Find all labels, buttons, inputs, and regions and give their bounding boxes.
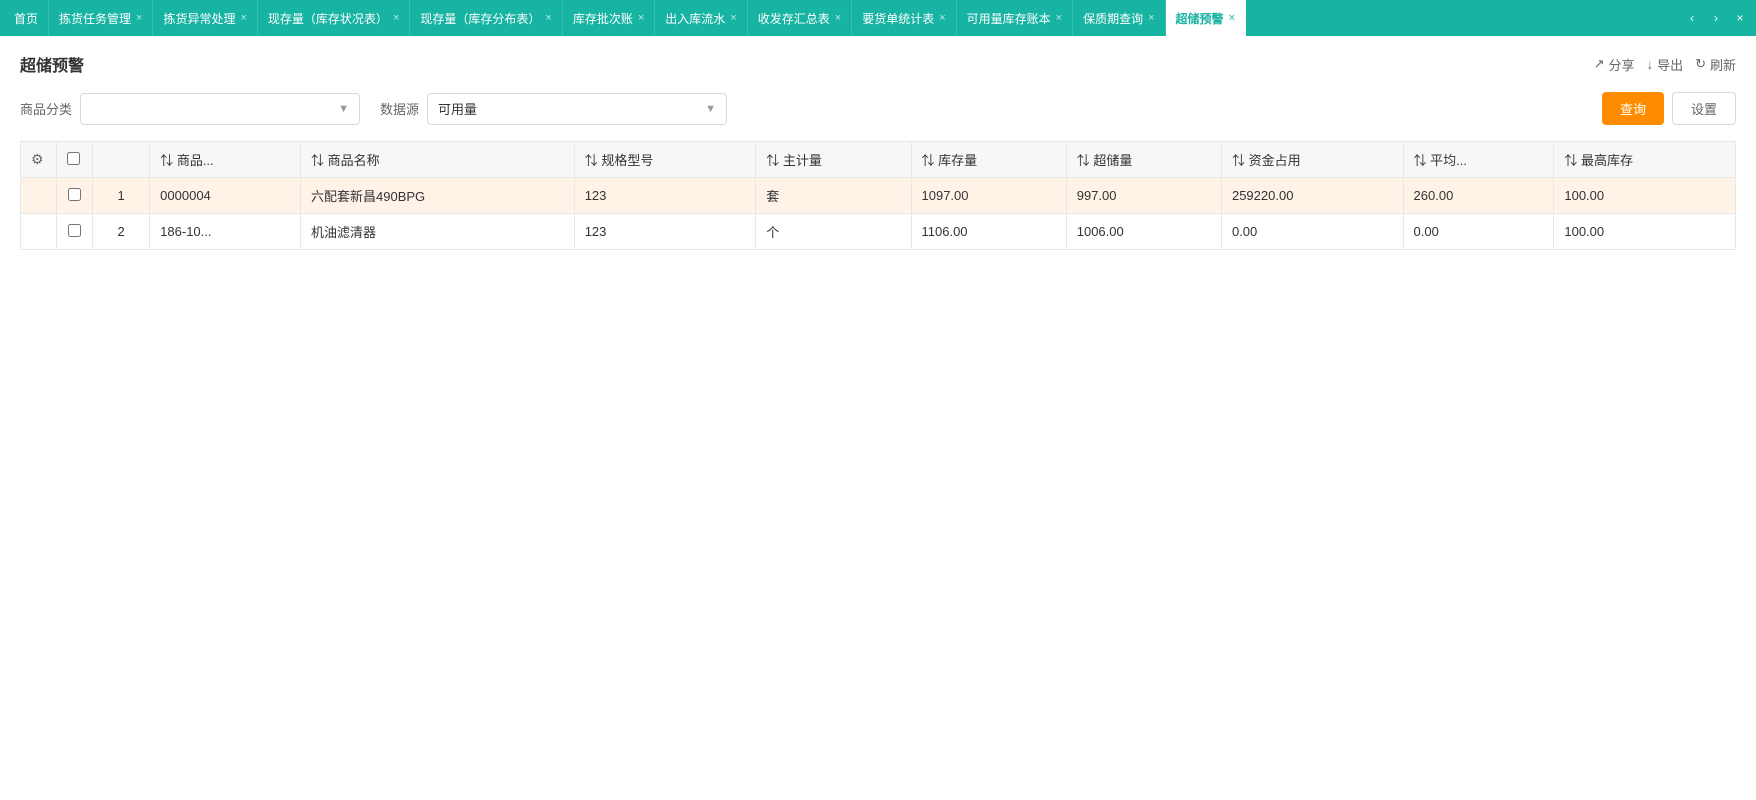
select-all-checkbox[interactable] — [67, 152, 80, 165]
row-gear-cell — [21, 178, 57, 214]
row-number: 1 — [93, 178, 150, 214]
row-number: 2 — [93, 214, 150, 250]
row-overstock-qty: 997.00 — [1066, 178, 1221, 214]
table-row: 2 186-10... 机油滤清器 123 个 1106.00 1006.00 … — [21, 214, 1736, 250]
th-capital-used[interactable]: ⇅ 资金占用 — [1221, 142, 1403, 178]
nav-tab-overstock-warning[interactable]: 超储预警 × — [1166, 0, 1246, 36]
close-icon[interactable]: × — [393, 12, 399, 24]
th-overstock-qty[interactable]: ⇅ 超储量 — [1066, 142, 1221, 178]
category-select[interactable]: ▼ — [80, 93, 360, 125]
page-content: 超储预警 ↗ 分享 ↓ 导出 ↻ 刷新 商品分类 ▼ 数据源 — [0, 36, 1756, 800]
datasource-label: 数据源 — [380, 99, 419, 118]
close-icon[interactable]: × — [136, 12, 142, 24]
row-avg: 260.00 — [1403, 178, 1554, 214]
table-header: ⚙ ⇅ 商品... ⇅ 商品名称 ⇅ 规格型号 — [21, 142, 1736, 178]
datasource-select-value: 可用量 — [438, 99, 477, 118]
nav-tab-home[interactable]: 首页 — [4, 0, 49, 36]
th-max-stock[interactable]: ⇅ 最高库存 — [1554, 142, 1736, 178]
page-title: 超储预警 — [20, 52, 84, 76]
close-icon[interactable]: × — [835, 12, 841, 24]
row-max-stock: 100.00 — [1554, 214, 1736, 250]
row-avg: 0.00 — [1403, 214, 1554, 250]
nav-tab-inout-flow[interactable]: 出入库流水 × — [655, 0, 747, 36]
gear-icon[interactable]: ⚙ — [31, 151, 44, 167]
category-label: 商品分类 — [20, 99, 72, 118]
row-capital-used: 259220.00 — [1221, 178, 1403, 214]
close-icon[interactable]: × — [730, 12, 736, 24]
nav-tab-quality-check[interactable]: 保质期查询 × — [1073, 0, 1165, 36]
row-spec: 123 — [574, 178, 756, 214]
nav-tab-inventory-dist[interactable]: 现存量（库存分布表） × — [410, 0, 562, 36]
th-stock-qty[interactable]: ⇅ 库存量 — [911, 142, 1066, 178]
row-product-code: 186-10... — [150, 214, 301, 250]
th-spec[interactable]: ⇅ 规格型号 — [574, 142, 756, 178]
nav-prev-button[interactable]: ‹ — [1680, 0, 1704, 36]
export-button[interactable]: ↓ 导出 — [1647, 55, 1684, 74]
th-product-name[interactable]: ⇅ 商品名称 — [301, 142, 575, 178]
row-product-name: 机油滤清器 — [301, 214, 575, 250]
th-gear[interactable]: ⚙ — [21, 142, 57, 178]
close-icon[interactable]: × — [1229, 12, 1235, 24]
top-nav: 首页 拣货任务管理 × 拣货异常处理 × 现存量（库存状况表） × 现存量（库存… — [0, 0, 1756, 36]
export-icon: ↓ — [1647, 57, 1654, 72]
filter-actions: 查询 设置 — [1602, 92, 1736, 125]
nav-tab-task-mgmt[interactable]: 拣货任务管理 × — [49, 0, 153, 36]
chevron-down-icon: ▼ — [705, 103, 716, 115]
refresh-icon: ↻ — [1695, 56, 1706, 72]
close-icon[interactable]: × — [1148, 12, 1154, 24]
row-checkbox-cell[interactable] — [57, 214, 93, 250]
nav-tab-inventory-status[interactable]: 现存量（库存状况表） × — [258, 0, 410, 36]
row-stock-qty: 1106.00 — [911, 214, 1066, 250]
row-checkbox[interactable] — [68, 224, 81, 237]
filter-bar: 商品分类 ▼ 数据源 可用量 ▼ 查询 设置 — [20, 92, 1736, 125]
row-checkbox[interactable] — [68, 188, 81, 201]
close-icon[interactable]: × — [545, 12, 551, 24]
close-icon[interactable]: × — [638, 12, 644, 24]
nav-arrows: ‹ › × — [1680, 0, 1752, 36]
nav-next-button[interactable]: › — [1704, 0, 1728, 36]
th-product-code[interactable]: ⇅ 商品... — [150, 142, 301, 178]
nav-tab-abnormal[interactable]: 拣货异常处理 × — [153, 0, 257, 36]
refresh-button[interactable]: ↻ 刷新 — [1695, 55, 1736, 74]
filter-category: 商品分类 ▼ — [20, 93, 360, 125]
title-actions: ↗ 分享 ↓ 导出 ↻ 刷新 — [1594, 55, 1736, 74]
row-unit: 个 — [756, 214, 911, 250]
query-button[interactable]: 查询 — [1602, 92, 1664, 125]
row-checkbox-cell[interactable] — [57, 178, 93, 214]
close-icon[interactable]: × — [939, 12, 945, 24]
close-icon[interactable]: × — [240, 12, 246, 24]
chevron-down-icon: ▼ — [338, 103, 349, 115]
nav-tab-batch-account[interactable]: 库存批次账 × — [563, 0, 655, 36]
row-gear-cell — [21, 214, 57, 250]
datasource-select[interactable]: 可用量 ▼ — [427, 93, 727, 125]
nav-close-button[interactable]: × — [1728, 0, 1752, 36]
row-unit: 套 — [756, 178, 911, 214]
th-avg[interactable]: ⇅ 平均... — [1403, 142, 1554, 178]
share-icon: ↗ — [1594, 56, 1605, 72]
nav-tab-order-stats[interactable]: 要货单统计表 × — [852, 0, 956, 36]
row-max-stock: 100.00 — [1554, 178, 1736, 214]
close-icon[interactable]: × — [1056, 12, 1062, 24]
page-title-bar: 超储预警 ↗ 分享 ↓ 导出 ↻ 刷新 — [20, 52, 1736, 76]
nav-tab-collect-summary[interactable]: 收发存汇总表 × — [748, 0, 852, 36]
settings-button[interactable]: 设置 — [1672, 92, 1736, 125]
th-unit[interactable]: ⇅ 主计量 — [756, 142, 911, 178]
row-overstock-qty: 1006.00 — [1066, 214, 1221, 250]
table-row: 1 0000004 六配套新昌490BPG 123 套 1097.00 997.… — [21, 178, 1736, 214]
row-capital-used: 0.00 — [1221, 214, 1403, 250]
nav-tab-available-account[interactable]: 可用量库存账本 × — [957, 0, 1073, 36]
table-body: 1 0000004 六配套新昌490BPG 123 套 1097.00 997.… — [21, 178, 1736, 250]
filter-datasource: 数据源 可用量 ▼ — [380, 93, 727, 125]
row-spec: 123 — [574, 214, 756, 250]
th-row-num — [93, 142, 150, 178]
data-table: ⚙ ⇅ 商品... ⇅ 商品名称 ⇅ 规格型号 — [20, 141, 1736, 250]
row-stock-qty: 1097.00 — [911, 178, 1066, 214]
row-product-name: 六配套新昌490BPG — [301, 178, 575, 214]
share-button[interactable]: ↗ 分享 — [1594, 55, 1635, 74]
th-checkbox — [57, 142, 93, 178]
row-product-code: 0000004 — [150, 178, 301, 214]
